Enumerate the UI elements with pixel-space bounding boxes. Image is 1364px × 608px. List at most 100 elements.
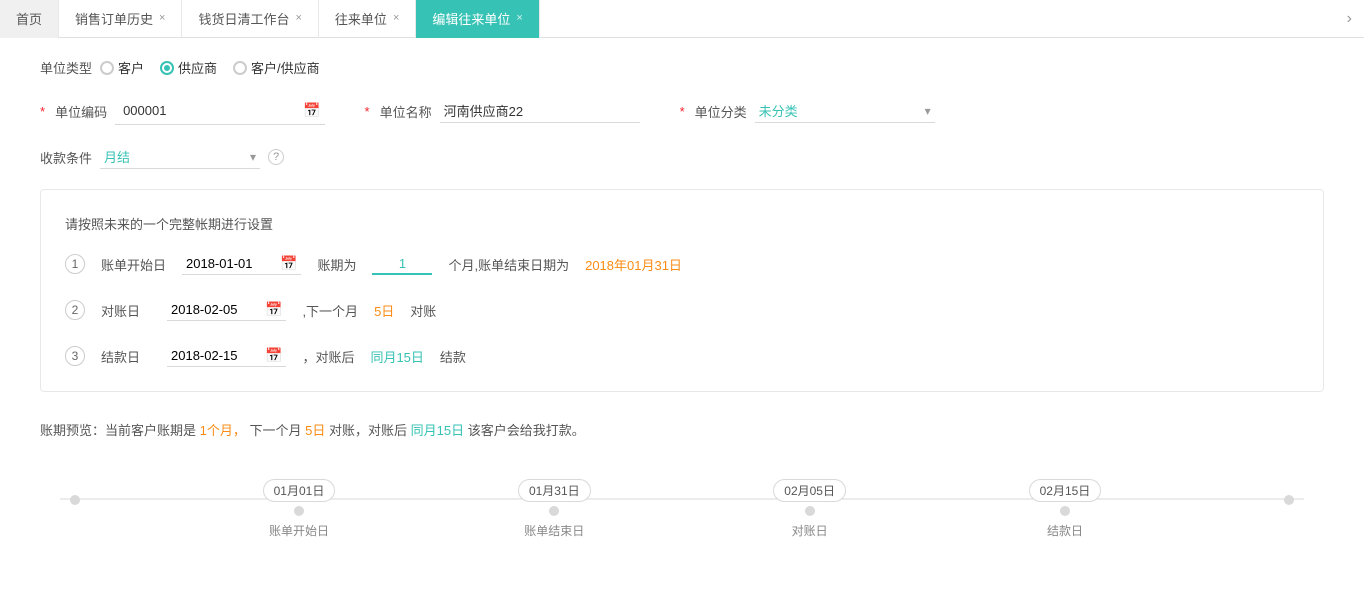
timeline-badge-4: 02月15日	[1029, 479, 1102, 502]
suffix-highlight-2: 5日	[374, 301, 394, 320]
radio-customer-circle	[100, 61, 114, 75]
preview-period: 1个月，	[200, 423, 246, 438]
unit-category-select[interactable]: 未分类 ▾	[755, 99, 935, 123]
end-date-1: 2018年01月31日	[585, 255, 682, 274]
unit-code-field: * 单位编码 📅	[40, 97, 325, 125]
radio-both-circle	[233, 61, 247, 75]
unit-code-star: *	[40, 104, 45, 119]
date-field-1[interactable]	[186, 256, 276, 271]
suffix-end-3: 结款	[440, 347, 466, 366]
unit-category-value: 未分类	[759, 101, 921, 120]
timeline-label-1: 账单开始日	[269, 522, 329, 539]
date-input-3: 📅	[167, 345, 286, 367]
timeline-point-3: 02月05日 对账日	[773, 479, 846, 539]
payment-terms-field: 收款条件 月结 ▾ ?	[40, 145, 284, 169]
tab-home[interactable]: 首页	[0, 0, 59, 38]
radio-both-label: 客户/供应商	[251, 58, 320, 77]
unit-name-input[interactable]	[440, 99, 640, 123]
timeline-label-2: 账单结束日	[524, 522, 584, 539]
period-prefix-1: 账期为	[317, 255, 356, 274]
timeline-badge-1: 01月01日	[263, 479, 336, 502]
settlement-row-3: 3 结款日 📅 ，对账后 同月15日 结款	[65, 345, 1299, 367]
tab-sales-history-label: 销售订单历史	[75, 9, 153, 28]
payment-terms-help[interactable]: ?	[268, 149, 284, 165]
radio-supplier-label: 供应商	[178, 58, 217, 77]
date-field-2[interactable]	[171, 302, 261, 317]
timeline-badge-3: 02月05日	[773, 479, 846, 502]
row-num-1: 1	[65, 254, 85, 274]
payment-terms-label: 收款条件	[40, 148, 92, 167]
tab-cash-work-label: 钱货日清工作台	[198, 9, 289, 28]
radio-supplier-circle	[160, 61, 174, 75]
unit-category-label: 单位分类	[695, 102, 747, 121]
settlement-title: 请按照未来的一个完整帐期进行设置	[65, 214, 1299, 233]
preview-reconcile-prefix: 下一个月	[250, 423, 302, 438]
timeline-label-4: 结款日	[1047, 522, 1083, 539]
unit-code-input-wrapper: 📅	[115, 97, 324, 125]
tab-edit-partner[interactable]: 编辑往来单位 ×	[416, 0, 539, 38]
suffix-prefix-3: ，对账后	[302, 347, 354, 366]
suffix-prefix-2: ,下一个月	[302, 301, 358, 320]
payment-terms-select[interactable]: 月结 ▾	[100, 145, 260, 169]
radio-customer-label: 客户	[118, 58, 144, 77]
tab-edit-partner-close[interactable]: ×	[516, 13, 522, 24]
tab-cash-work[interactable]: 钱货日清工作台 ×	[182, 0, 318, 38]
period-suffix-1: 个月,账单结束日期为	[448, 255, 569, 274]
preview-payment-highlight: 同月15日	[411, 423, 464, 438]
period-input-1[interactable]	[372, 254, 432, 275]
unit-code-input[interactable]	[119, 99, 303, 122]
settlement-row-1: 1 账单开始日 📅 账期为 个月,账单结束日期为 2018年01月31日	[65, 253, 1299, 275]
unit-category-star: *	[680, 104, 685, 119]
main-content: 单位类型 客户 供应商 客户/供应商 * 单位编码	[0, 38, 1364, 608]
timeline-node-2	[549, 506, 559, 516]
unit-name-field: * 单位名称	[365, 99, 640, 123]
unit-type-field: 单位类型 客户 供应商 客户/供应商	[40, 58, 320, 77]
timeline-points: 01月01日 账单开始日 01月31日 账单结束日 02月05日 对账日	[70, 479, 1294, 539]
tab-home-label: 首页	[16, 9, 42, 28]
tab-cash-work-close[interactable]: ×	[295, 13, 301, 24]
tab-partner[interactable]: 往来单位 ×	[319, 0, 416, 38]
calendar-icon-2[interactable]: 📅	[265, 301, 282, 318]
unit-code-icon[interactable]: 📅	[303, 102, 320, 119]
start-dot	[70, 495, 80, 505]
preview-reconcile-suffix: 对账，对账后	[329, 423, 407, 438]
radio-supplier[interactable]: 供应商	[160, 58, 217, 77]
suffix-highlight-3: 同月15日	[370, 347, 423, 366]
timeline-end-dot	[1284, 495, 1294, 505]
unit-info-row: * 单位编码 📅 * 单位名称 * 单位分类 未分类 ▾	[40, 97, 1324, 125]
unit-type-row: 单位类型 客户 供应商 客户/供应商	[40, 58, 1324, 77]
timeline-point-1: 01月01日 账单开始日	[263, 479, 336, 539]
tab-partner-label: 往来单位	[335, 9, 387, 28]
row-num-3: 3	[65, 346, 85, 366]
tab-edit-partner-label: 编辑往来单位	[432, 9, 510, 28]
payment-terms-row: 收款条件 月结 ▾ ?	[40, 145, 1324, 169]
radio-both[interactable]: 客户/供应商	[233, 58, 320, 77]
unit-category-field: * 单位分类 未分类 ▾	[680, 99, 935, 123]
timeline-wrapper: 01月01日 账单开始日 01月31日 账单结束日 02月05日 对账日	[40, 459, 1324, 539]
payment-terms-value: 月结	[104, 147, 246, 166]
unit-type-radio-group: 客户 供应商 客户/供应商	[100, 58, 320, 77]
tab-sales-history-close[interactable]: ×	[159, 13, 165, 24]
unit-category-chevron: ▾	[925, 104, 931, 118]
tab-partner-close[interactable]: ×	[393, 13, 399, 24]
preview-payment-suffix: 该客户会给我打款。	[468, 423, 585, 438]
timeline-label-3: 对账日	[792, 522, 828, 539]
preview-reconcile-highlight: 5日	[305, 423, 325, 438]
unit-name-star: *	[365, 104, 370, 119]
suffix-end-2: 对账	[410, 301, 436, 320]
unit-type-label: 单位类型	[40, 58, 92, 77]
calendar-icon-3[interactable]: 📅	[265, 347, 282, 364]
timeline-point-2: 01月31日 账单结束日	[518, 479, 591, 539]
tab-sales-history[interactable]: 销售订单历史 ×	[59, 0, 182, 38]
tabs-expander[interactable]: ›	[1335, 0, 1364, 38]
preview-section: 账期预览：当前客户账期是 1个月， 下一个月 5日 对账，对账后 同月15日 该…	[40, 408, 1324, 539]
row-label-3: 结款日	[101, 347, 151, 366]
date-field-3[interactable]	[171, 348, 261, 363]
timeline-node-4	[1060, 506, 1070, 516]
row-label-1: 账单开始日	[101, 255, 166, 274]
radio-customer[interactable]: 客户	[100, 58, 144, 77]
end-dot	[1284, 495, 1294, 505]
unit-name-label: 单位名称	[380, 102, 432, 121]
calendar-icon-1[interactable]: 📅	[280, 255, 297, 272]
row-label-2: 对账日	[101, 301, 151, 320]
